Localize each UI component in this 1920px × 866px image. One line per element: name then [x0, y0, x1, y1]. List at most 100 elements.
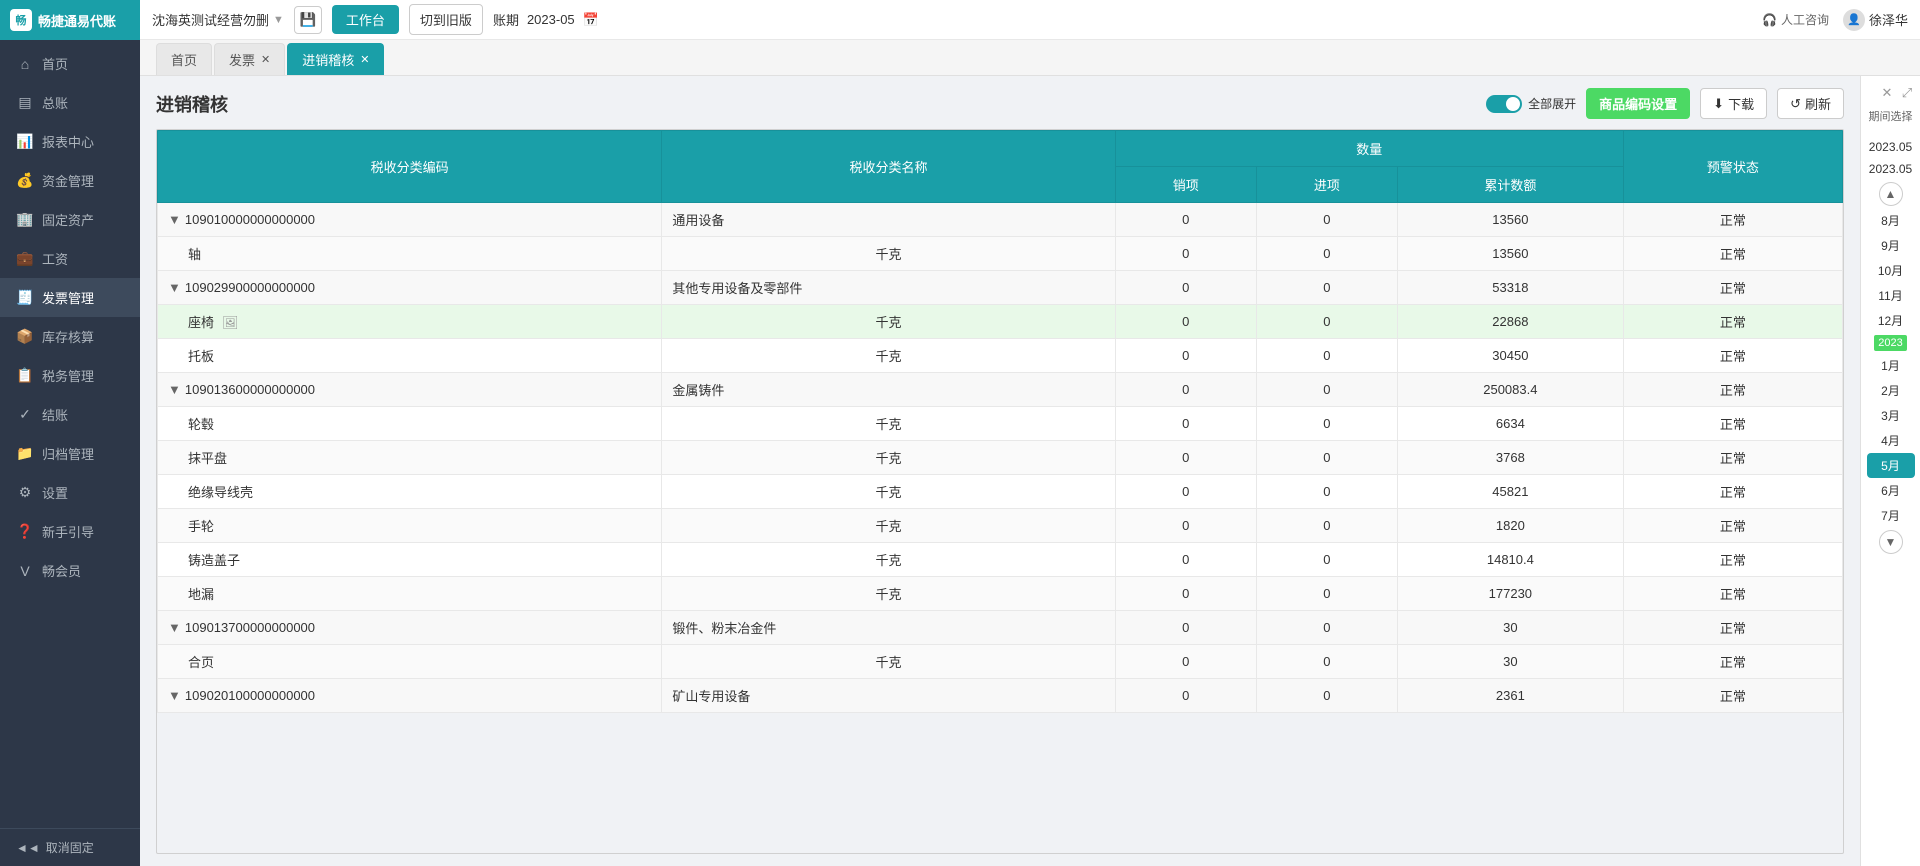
calendar-icon[interactable]: 📅 — [583, 12, 599, 28]
expand-icon[interactable]: ▼ — [168, 688, 181, 703]
sidebar-item-inventory[interactable]: 📦 库存核算 — [0, 317, 140, 356]
tab-invoice-close[interactable]: ✕ — [261, 53, 270, 66]
sidebar-item-reports[interactable]: 📊 报表中心 — [0, 122, 140, 161]
expand-icon[interactable]: ▼ — [168, 280, 181, 295]
period-item-oct[interactable]: 10月 — [1867, 258, 1915, 283]
sidebar-item-guide[interactable]: ❓ 新手引导 — [0, 512, 140, 551]
panel-expand-icon[interactable]: ⤢ — [1898, 84, 1916, 102]
sidebar-unpin[interactable]: ◄◄ 取消固定 — [0, 828, 140, 866]
sidebar-item-assets[interactable]: 🏢 固定资产 — [0, 200, 140, 239]
period-item-mar[interactable]: 3月 — [1867, 403, 1915, 428]
period-item-sep[interactable]: 9月 — [1867, 233, 1915, 258]
period-item-2023-05-b[interactable]: 2023.05 — [1867, 158, 1915, 180]
table-row: ▼109020100000000000矿山专用设备002361正常 — [158, 679, 1843, 713]
funds-icon: 💰 — [16, 172, 34, 189]
item-code: 托板 — [188, 349, 214, 364]
sidebar-item-label: 归档管理 — [42, 444, 94, 463]
item-code: 合页 — [188, 655, 214, 670]
group-code: 109013600000000000 — [185, 382, 315, 397]
page-title: 进销稽核 — [156, 91, 228, 117]
download-label: 下载 — [1728, 94, 1754, 113]
refresh-button[interactable]: ↺ 刷新 — [1777, 88, 1844, 119]
download-button[interactable]: ⬇ 下载 — [1700, 88, 1767, 119]
sidebar-item-label: 结账 — [42, 405, 68, 424]
tab-reconcile-close[interactable]: ✕ — [360, 53, 369, 66]
right-panel: ✕ ⤢ 期间选择 2023.05 2023.05 ▲ 8月 9月 10月 11月 — [1860, 76, 1920, 866]
sidebar-item-ledger[interactable]: ▤ 总账 — [0, 83, 140, 122]
table-row: ▼109010000000000000通用设备0013560正常 — [158, 203, 1843, 237]
period-item-jan[interactable]: 1月 — [1867, 353, 1915, 378]
col-tax-code-header: 税收分类编码 — [158, 131, 662, 203]
expand-icon[interactable]: ▼ — [168, 620, 181, 635]
period-item-aug[interactable]: 8月 — [1867, 208, 1915, 233]
sidebar-item-funds[interactable]: 💰 资金管理 — [0, 161, 140, 200]
group-code: 109020100000000000 — [185, 688, 315, 703]
chevron-down-icon: ▼ — [273, 14, 284, 26]
sidebar-item-settlement[interactable]: ✓ 结账 — [0, 395, 140, 434]
sidebar-item-tax[interactable]: 📋 税务管理 — [0, 356, 140, 395]
data-table-wrap: 税收分类编码 税收分类名称 数量 预警状态 — [156, 129, 1844, 854]
right-panel-header: ✕ ⤢ — [1861, 80, 1920, 102]
sidebar-item-label: 新手引导 — [42, 522, 94, 541]
period-item-2023-05-a[interactable]: 2023.05 — [1867, 136, 1915, 158]
col-tax-name-header: 税收分类名称 — [662, 131, 1115, 203]
topbar-right: 🎧 人工咨询 👤 徐泽华 — [1762, 9, 1908, 31]
tabbar: 首页 发票 ✕ 进销稽核 ✕ — [140, 40, 1920, 76]
period-selector-title: 期间选择 — [1865, 102, 1917, 130]
user-avatar-icon: 👤 — [1843, 9, 1865, 31]
company-selector[interactable]: 沈海英测试经营勿删 ▼ — [152, 10, 284, 29]
sidebar-item-label: 畅会员 — [42, 561, 81, 580]
item-code: 地漏 — [188, 587, 214, 602]
assets-icon: 🏢 — [16, 211, 34, 228]
product-code-settings-button[interactable]: 商品编码设置 — [1586, 88, 1690, 119]
tab-invoice[interactable]: 发票 ✕ — [214, 43, 285, 75]
sidebar-item-label: 工资 — [42, 249, 68, 268]
support-label: 人工咨询 — [1781, 11, 1829, 28]
tab-home[interactable]: 首页 — [156, 43, 212, 75]
old-version-button[interactable]: 切到旧版 — [409, 4, 483, 35]
workspace-label: 工作台 — [346, 13, 385, 28]
period-item-jun[interactable]: 6月 — [1867, 478, 1915, 503]
support-button[interactable]: 🎧 人工咨询 — [1762, 11, 1829, 28]
panel-close-icon[interactable]: ✕ — [1878, 84, 1896, 102]
period-item-dec[interactable]: 12月 — [1867, 308, 1915, 333]
expand-toggle[interactable] — [1486, 95, 1522, 113]
expand-icon[interactable]: ▼ — [168, 212, 181, 227]
archive-icon: 📁 — [16, 445, 34, 462]
table-row: 手轮千克001820正常 — [158, 509, 1843, 543]
sidebar-item-invoice[interactable]: 🧾 发票管理 — [0, 278, 140, 317]
save-icon: 💾 — [300, 12, 317, 28]
save-button[interactable]: 💾 — [294, 6, 322, 34]
expand-toggle-wrap: 全部展开 — [1486, 95, 1576, 113]
page-content: 进销稽核 全部展开 商品编码设置 ⬇ 下载 ↺ 刷新 — [140, 76, 1920, 866]
download-icon: ⬇ — [1713, 96, 1724, 112]
period-item-apr[interactable]: 4月 — [1867, 428, 1915, 453]
ledger-icon: ▤ — [16, 94, 34, 111]
sidebar-item-archive[interactable]: 📁 归档管理 — [0, 434, 140, 473]
panel-scroll-up[interactable]: ▲ — [1879, 182, 1903, 206]
expand-icon[interactable]: ▼ — [168, 382, 181, 397]
year-badge-2023[interactable]: 2023 — [1874, 335, 1906, 351]
col-purchase-header: 进项 — [1256, 167, 1397, 203]
tab-reconcile-label: 进销稽核 — [302, 50, 354, 69]
image-icon[interactable]: 🖼 — [222, 315, 239, 330]
tab-reconcile[interactable]: 进销稽核 ✕ — [287, 43, 384, 75]
table-body: ▼109010000000000000通用设备0013560正常轴千克00135… — [158, 203, 1843, 713]
sidebar-item-home[interactable]: ⌂ 首页 — [0, 44, 140, 83]
pin-icon: ◄◄ — [16, 841, 40, 855]
sidebar-item-label: 固定资产 — [42, 210, 94, 229]
period-item-nov[interactable]: 11月 — [1867, 283, 1915, 308]
user-info[interactable]: 👤 徐泽华 — [1843, 9, 1908, 31]
page-header: 进销稽核 全部展开 商品编码设置 ⬇ 下载 ↺ 刷新 — [156, 88, 1844, 119]
period-item-jul[interactable]: 7月 — [1867, 503, 1915, 528]
panel-scroll-down[interactable]: ▼ — [1879, 530, 1903, 554]
sidebar-item-settings[interactable]: ⚙ 设置 — [0, 473, 140, 512]
logo-text: 畅捷通易代账 — [38, 11, 116, 30]
period-item-may[interactable]: 5月 — [1867, 453, 1915, 478]
workspace-button[interactable]: 工作台 — [332, 5, 399, 34]
sidebar-item-member[interactable]: V 畅会员 — [0, 551, 140, 590]
sidebar-item-salary[interactable]: 💼 工资 — [0, 239, 140, 278]
period-item-feb[interactable]: 2月 — [1867, 378, 1915, 403]
sidebar-item-label: 库存核算 — [42, 327, 94, 346]
item-code: 轮毂 — [188, 417, 214, 432]
